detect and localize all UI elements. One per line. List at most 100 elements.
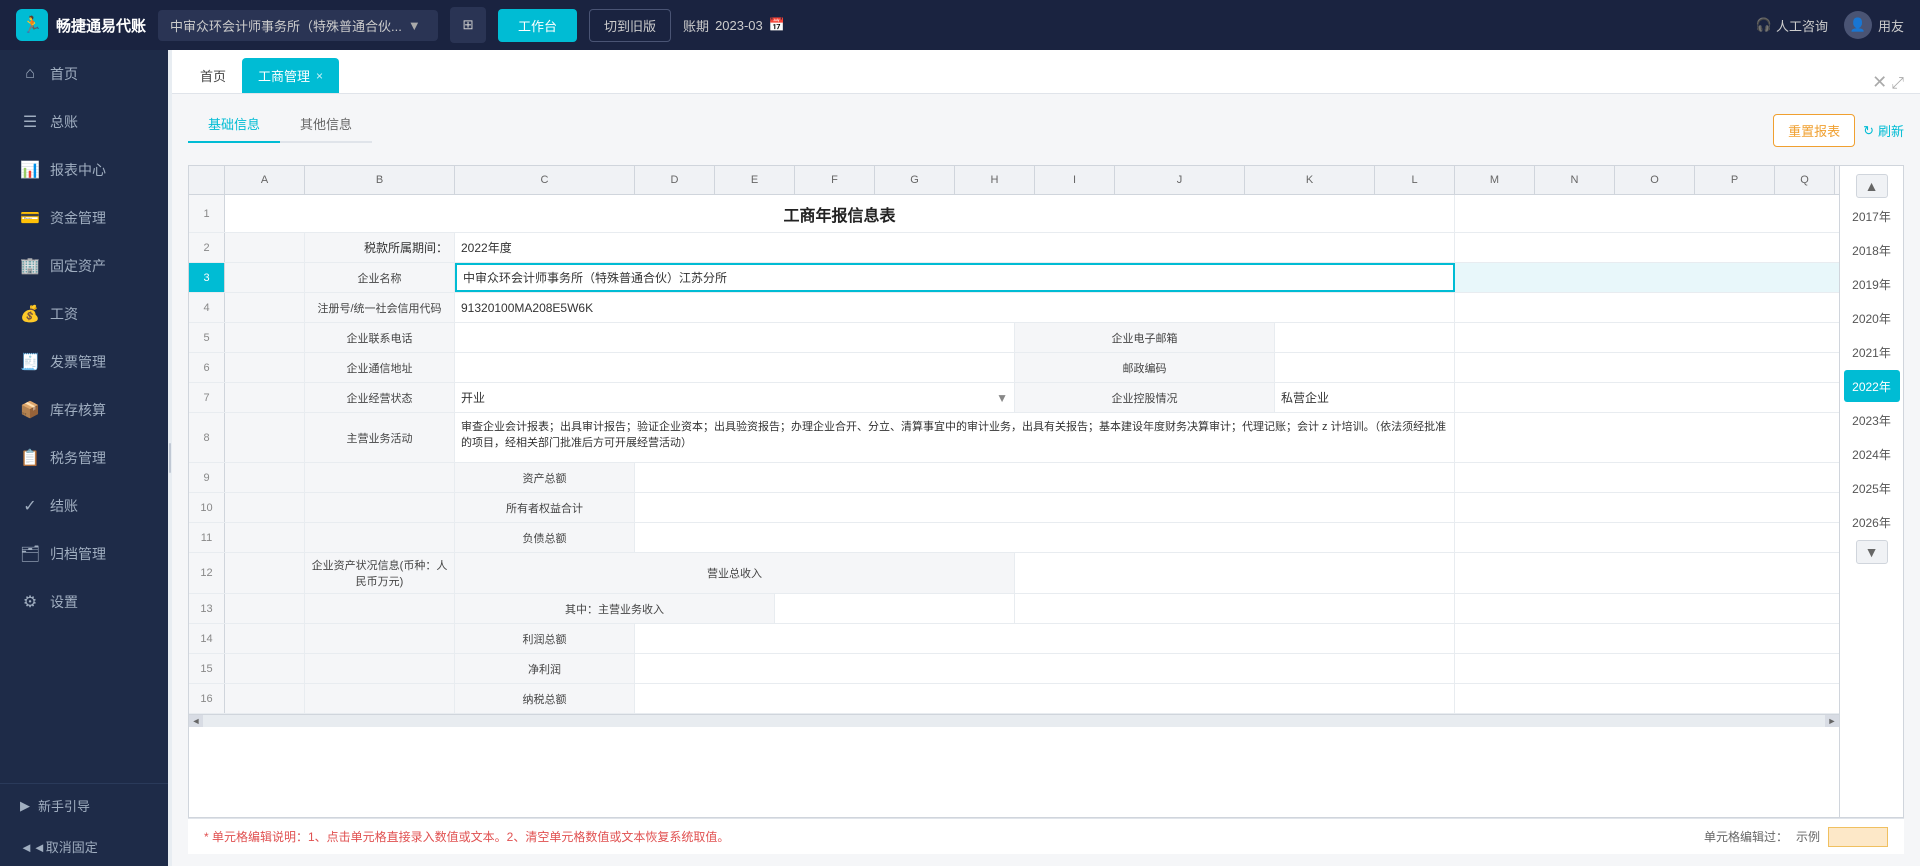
sidebar-resize-handle[interactable]: [168, 50, 172, 866]
sidebar-item-finance[interactable]: 💳 资金管理: [0, 194, 168, 242]
scroll-track[interactable]: [203, 715, 1825, 727]
cell-8-C[interactable]: 审查企业会计报表；出具审计报告；验证企业资本；出具验资报告；办理企业合开、分立、…: [455, 413, 1455, 462]
cancel-fixed-label: ◄◄取消固定: [20, 837, 98, 856]
app-logo: 🏃 畅捷通易代账: [16, 9, 146, 41]
row-number: 3: [189, 263, 225, 292]
consult-button[interactable]: 🎧 人工咨询: [1756, 16, 1828, 35]
cell-9-D[interactable]: [635, 463, 1455, 492]
logo-icon: 🏃: [16, 9, 48, 41]
scroll-left-button[interactable]: ◄: [189, 715, 203, 727]
cell-11-C: 负债总额: [455, 523, 635, 552]
cell-7-L[interactable]: 私营企业: [1275, 383, 1455, 412]
year-item-2024[interactable]: 2024年: [1844, 438, 1900, 470]
period-label: 账期: [683, 16, 709, 35]
tab-business[interactable]: 工商管理 ×: [242, 58, 339, 93]
calendar-icon[interactable]: 📅: [769, 17, 785, 33]
refresh-label: 刷新: [1878, 121, 1904, 140]
sidebar-item-invoice[interactable]: 🧾 发票管理: [0, 338, 168, 386]
sidebar-item-assets[interactable]: 🏢 固定资产: [0, 242, 168, 290]
cell-5-C[interactable]: [455, 323, 1015, 352]
year-item-2019[interactable]: 2019年: [1844, 268, 1900, 300]
refresh-button[interactable]: ↻ 刷新: [1863, 121, 1904, 140]
cell-3-C[interactable]: 中审众环会计师事务所（特殊普通合伙）江苏分所: [455, 263, 1455, 292]
sub-tab-other[interactable]: 其他信息: [280, 106, 372, 143]
sidebar-item-report[interactable]: 📊 报表中心: [0, 146, 168, 194]
year-scroll-down-button[interactable]: ▼: [1856, 540, 1888, 564]
year-item-2026[interactable]: 2026年: [1844, 506, 1900, 538]
company-selector[interactable]: 中审众环会计师事务所（特殊普通合伙... ▼: [158, 10, 438, 41]
sidebar-item-ledger[interactable]: ☰ 总账: [0, 98, 168, 146]
cell-10-D[interactable]: [635, 493, 1455, 522]
sidebar-item-home[interactable]: ⌂ 首页: [0, 50, 168, 98]
sidebar-item-settle[interactable]: ✓ 结账: [0, 482, 168, 530]
cell-10-A: [225, 493, 305, 522]
cell-5-B: 企业联系电话: [305, 323, 455, 352]
reset-button[interactable]: 重置报表: [1773, 114, 1855, 147]
sidebar: ⌂ 首页 ☰ 总账 📊 报表中心 💳 资金管理 🏢 固定资产 💰 工资: [0, 50, 168, 866]
assets-icon: 🏢: [20, 256, 40, 276]
spreadsheet-container: A B C D E F G H I J K L M N O: [188, 165, 1904, 818]
cell-6-L[interactable]: [1275, 353, 1455, 382]
nav-label: 总账: [50, 112, 78, 132]
cell-16-D[interactable]: [635, 684, 1455, 713]
scroll-right-button[interactable]: ►: [1825, 715, 1839, 727]
cell-1-title[interactable]: 工商年报信息表: [225, 195, 1455, 232]
cell-12-J[interactable]: [1015, 553, 1455, 593]
year-item-2023[interactable]: 2023年: [1844, 404, 1900, 436]
cell-4-C[interactable]: 91320100MA208E5W6K: [455, 293, 1455, 322]
nav-label: 发票管理: [50, 352, 106, 372]
user-name: 用友: [1878, 16, 1904, 35]
cell-13-G[interactable]: [775, 594, 1015, 623]
cell-7-C[interactable]: 开业 ▼: [455, 383, 1015, 412]
year-item-2022[interactable]: 2022年: [1844, 370, 1900, 402]
year-item-2017[interactable]: 2017年: [1844, 200, 1900, 232]
row-number: 11: [189, 523, 225, 552]
sidebar-item-archive[interactable]: 🗂 归档管理: [0, 530, 168, 578]
cancel-fixed-button[interactable]: ◄◄取消固定: [0, 827, 168, 866]
sidebar-item-settings[interactable]: ⚙ 设置: [0, 578, 168, 626]
year-scroll-up-button[interactable]: ▲: [1856, 174, 1888, 198]
chevron-down-icon: ▼: [408, 18, 421, 33]
cell-12-A: [225, 553, 305, 593]
year-item-2018[interactable]: 2018年: [1844, 234, 1900, 266]
company-icon-button[interactable]: ⊞: [450, 7, 486, 43]
horizontal-scrollbar[interactable]: ◄ ►: [189, 714, 1839, 726]
cell-2-C[interactable]: 2022年度: [455, 233, 1455, 262]
row-number: 12: [189, 553, 225, 593]
sidebar-item-salary[interactable]: 💰 工资: [0, 290, 168, 338]
cell-2-A[interactable]: [225, 233, 305, 262]
cell-5-L[interactable]: [1275, 323, 1455, 352]
cell-14-D[interactable]: [635, 624, 1455, 653]
table-row: 12 企业资产状况信息(币种：人民币万元) 营业总收入: [189, 553, 1839, 594]
sample-label: 示例: [1796, 828, 1820, 845]
cell-3-A[interactable]: [225, 263, 305, 292]
sheet-main[interactable]: A B C D E F G H I J K L M N O: [189, 166, 1839, 817]
tab-home-label: 首页: [200, 66, 226, 85]
new-user-label: 新手引导: [38, 796, 90, 815]
year-item-2025[interactable]: 2025年: [1844, 472, 1900, 504]
cell-14-C: 利润总额: [455, 624, 635, 653]
nav-label: 设置: [50, 592, 78, 612]
year-item-2020[interactable]: 2020年: [1844, 302, 1900, 334]
tab-close-icon[interactable]: ×: [316, 69, 323, 83]
window-expand-icon[interactable]: ⤢: [1891, 75, 1904, 93]
row-number: 9: [189, 463, 225, 492]
sidebar-item-tax[interactable]: 📋 税务管理: [0, 434, 168, 482]
year-item-2021[interactable]: 2021年: [1844, 336, 1900, 368]
window-close-icon[interactable]: ✕: [1872, 72, 1887, 93]
cell-16-C: 纳税总额: [455, 684, 635, 713]
sub-tab-basic[interactable]: 基础信息: [188, 106, 280, 143]
cell-15-D[interactable]: [635, 654, 1455, 683]
sidebar-item-inventory[interactable]: 📦 库存核算: [0, 386, 168, 434]
tab-home[interactable]: 首页: [188, 58, 238, 93]
cell-6-C[interactable]: [455, 353, 1015, 382]
switch-version-button[interactable]: 切到旧版: [589, 9, 671, 42]
workbench-button[interactable]: 工作台: [498, 9, 577, 42]
cell-6-J: 邮政编码: [1015, 353, 1275, 382]
user-menu[interactable]: 👤 用友: [1844, 11, 1904, 39]
col-header-H: H: [955, 166, 1035, 194]
cell-4-A[interactable]: [225, 293, 305, 322]
cell-13-J[interactable]: [1015, 594, 1455, 623]
new-user-guide-button[interactable]: ▶ 新手引导: [0, 784, 168, 827]
cell-11-D[interactable]: [635, 523, 1455, 552]
